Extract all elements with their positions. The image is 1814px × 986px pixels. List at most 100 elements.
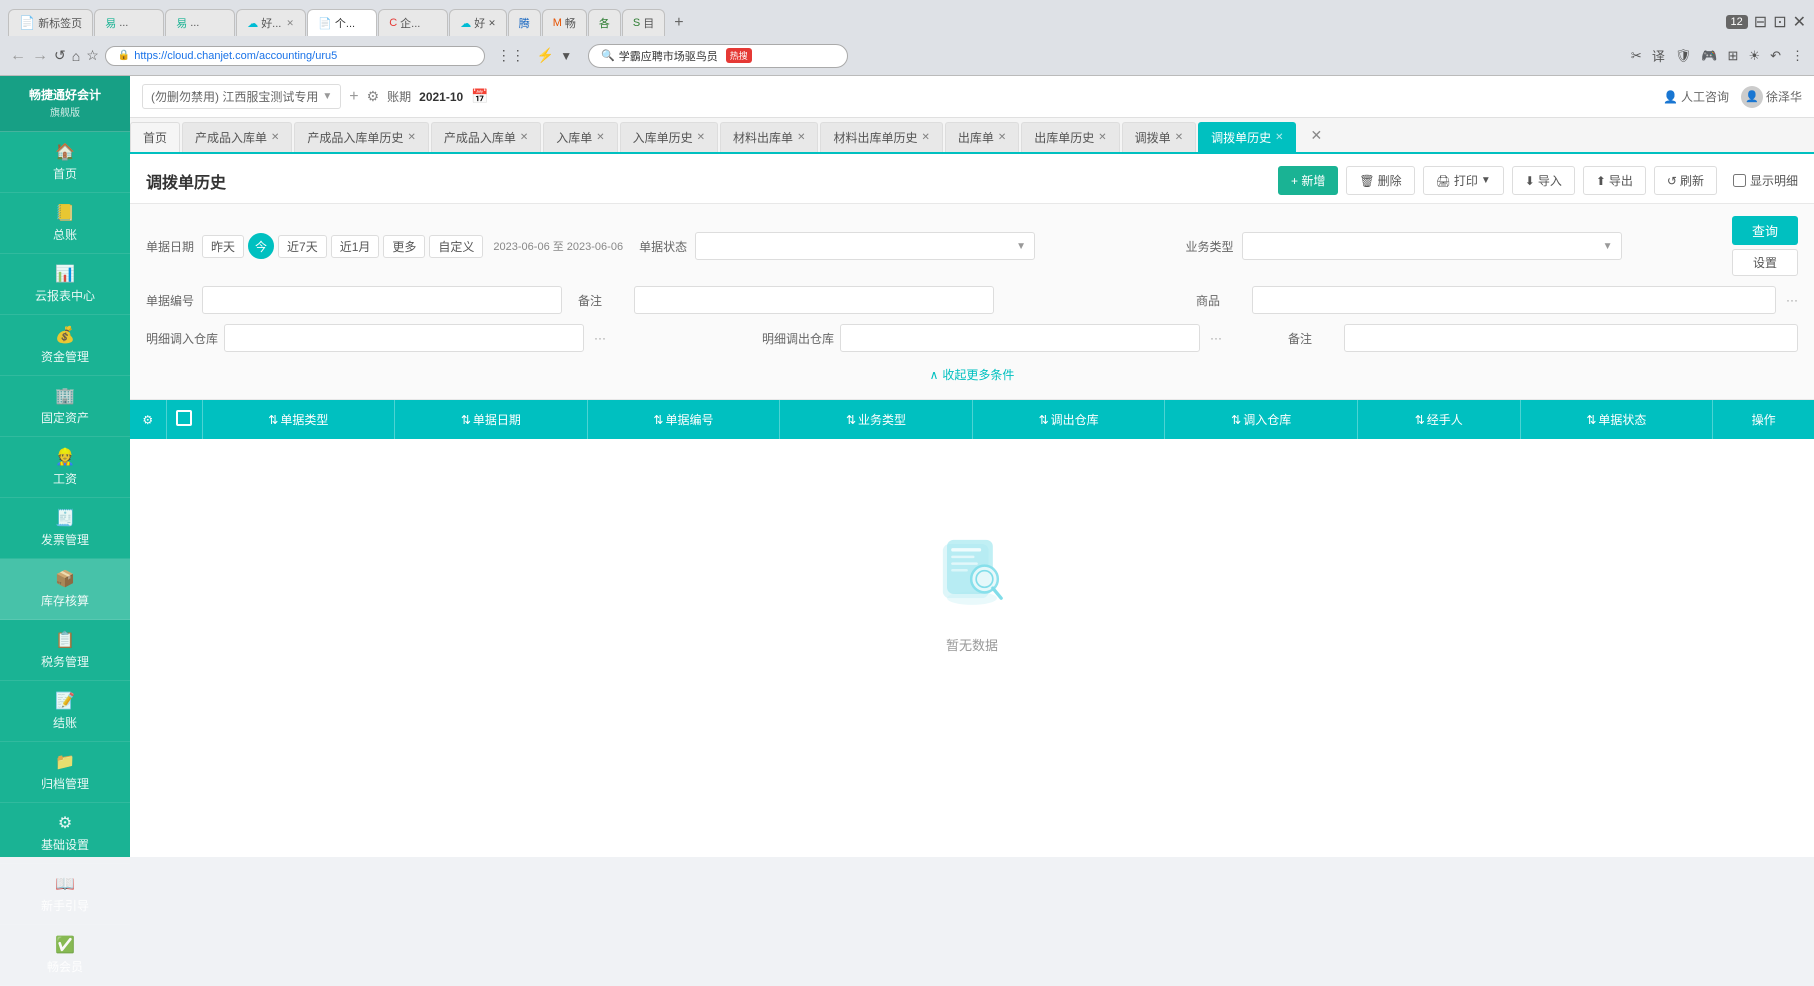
gear-icon[interactable]: ⚙	[367, 88, 380, 105]
close-icon-10[interactable]: ✕	[1175, 132, 1183, 143]
sidebar-item-assets[interactable]: 🏢 固定资产	[0, 376, 130, 437]
browser-tab-11[interactable]: S目	[622, 9, 665, 36]
browser-tab-6[interactable]: C 企...	[378, 9, 448, 36]
company-selector[interactable]: (勿删勿禁用) 江西服宝测试专用 ▼	[142, 84, 341, 109]
sidebar-item-funds[interactable]: 💰 资金管理	[0, 315, 130, 376]
home-btn[interactable]: ⌂	[72, 48, 80, 64]
app-tab-10[interactable]: 调拨单 ✕	[1122, 122, 1196, 152]
app-tab-9[interactable]: 出库单历史 ✕	[1021, 122, 1119, 152]
forward-btn[interactable]: →	[32, 47, 48, 65]
close-all-btn[interactable]: ✕	[1302, 123, 1330, 148]
bookmark-btn[interactable]: ☆	[86, 47, 99, 64]
last1month-btn[interactable]: 近1月	[331, 235, 380, 258]
app-tab-3[interactable]: 产成品入库单 ✕	[431, 122, 541, 152]
setting-btn[interactable]: 设置	[1732, 249, 1798, 276]
custom-date-btn[interactable]: 自定义	[429, 235, 483, 258]
col-out-wh[interactable]: ⇅调出仓库	[972, 400, 1165, 439]
back-btn[interactable]: ←	[10, 47, 26, 65]
col-date[interactable]: ⇅单据日期	[395, 400, 588, 439]
sidebar-item-closing[interactable]: 📝 结账	[0, 681, 130, 742]
app-tab-4[interactable]: 入库单 ✕	[543, 122, 617, 152]
sidebar-item-ledger[interactable]: 📒 总账	[0, 193, 130, 254]
delete-btn[interactable]: 🗑 删除	[1346, 166, 1414, 195]
checkbox-col-header[interactable]	[166, 400, 202, 439]
browser-tab-9[interactable]: M畅	[542, 9, 587, 36]
browser-tab-4[interactable]: ☁ 好... ✕	[236, 9, 306, 36]
close-icon-3[interactable]: ✕	[520, 132, 528, 143]
sidebar-item-reports[interactable]: 📊 云报表中心	[0, 254, 130, 315]
sidebar-item-archive[interactable]: 📁 归档管理	[0, 742, 130, 803]
user-avatar[interactable]: 👤 徐泽华	[1741, 86, 1802, 108]
sidebar-item-home[interactable]: 🏠 首页	[0, 132, 130, 193]
last7days-btn[interactable]: 近7天	[278, 235, 327, 258]
app-tab-2[interactable]: 产成品入库单历史 ✕	[294, 122, 428, 152]
add-company-btn[interactable]: +	[349, 88, 358, 106]
app-tab-active[interactable]: 调拨单历史 ✕	[1198, 122, 1296, 152]
close-icon-7[interactable]: ✕	[921, 132, 929, 143]
today-btn[interactable]: 今	[248, 233, 274, 259]
sidebar-item-member[interactable]: ✅ 畅会员	[0, 925, 130, 986]
close-icon-8[interactable]: ✕	[998, 132, 1006, 143]
expand-btn[interactable]: ▼	[560, 49, 572, 63]
settings-col-header[interactable]: ⚙	[130, 400, 166, 439]
calendar-icon[interactable]: 📅	[471, 88, 488, 105]
app-tab-home[interactable]: 首页	[130, 122, 180, 152]
close-icon-5[interactable]: ✕	[697, 132, 705, 143]
browser-tab-8[interactable]: 腾	[508, 9, 541, 36]
browser-tab-3[interactable]: 易 ...	[165, 9, 235, 36]
new-tab-btn[interactable]: +	[666, 10, 691, 36]
sidebar-item-guide[interactable]: 📖 新手引导	[0, 864, 130, 925]
more-date-btn[interactable]: 更多	[383, 235, 425, 258]
address-bar[interactable]: 🔒 https://cloud.chanjet.com/accounting/u…	[105, 46, 485, 66]
col-handler[interactable]: ⇅经手人	[1357, 400, 1520, 439]
app-tab-8[interactable]: 出库单 ✕	[945, 122, 1019, 152]
browser-tab-7[interactable]: ☁好✕	[449, 9, 507, 36]
search-bar[interactable]: 🔍 学霸应聘市场驱鸟员 热搜	[588, 44, 848, 68]
biz-type-select[interactable]: ▼	[1242, 232, 1622, 260]
goods-input[interactable]	[1252, 286, 1776, 314]
refresh-btn[interactable]: ↺	[54, 47, 66, 64]
col-in-wh[interactable]: ⇅调入仓库	[1165, 400, 1358, 439]
yesterday-btn[interactable]: 昨天	[202, 235, 244, 258]
detail-in-more-icon[interactable]: ···	[594, 331, 606, 345]
sidebar-item-tax[interactable]: 📋 税务管理	[0, 620, 130, 681]
detail-in-input[interactable]	[224, 324, 584, 352]
browser-tab-10[interactable]: 各	[588, 9, 621, 36]
close-icon-2[interactable]: ✕	[407, 132, 415, 143]
col-no[interactable]: ⇅单据编号	[587, 400, 780, 439]
bill-no-input[interactable]	[202, 286, 562, 314]
new-btn[interactable]: + 新增	[1278, 166, 1338, 195]
col-biz-type[interactable]: ⇅业务类型	[780, 400, 973, 439]
col-status[interactable]: ⇅单据状态	[1520, 400, 1713, 439]
goods-more-icon[interactable]: ···	[1786, 293, 1798, 307]
print-btn[interactable]: 🖨 打印 ▼	[1423, 166, 1504, 195]
lightning-btn[interactable]: ⚡	[537, 47, 554, 64]
close-icon-active[interactable]: ✕	[1275, 132, 1283, 143]
query-btn[interactable]: 查询	[1732, 216, 1798, 245]
display-toggle-checkbox[interactable]	[1733, 174, 1746, 187]
app-tab-5[interactable]: 入库单历史 ✕	[620, 122, 718, 152]
refresh-btn-page[interactable]: ↺ 刷新	[1654, 166, 1717, 195]
extensions-btn[interactable]: ⋮⋮	[491, 45, 531, 66]
note-input[interactable]	[1344, 324, 1798, 352]
status-select[interactable]: ▼	[695, 232, 1035, 260]
app-tab-1[interactable]: 产成品入库单 ✕	[182, 122, 292, 152]
close-icon-9[interactable]: ✕	[1098, 132, 1106, 143]
sidebar-item-settings[interactable]: ⚙ 基础设置	[0, 803, 130, 864]
detail-out-input[interactable]	[840, 324, 1200, 352]
detail-out-more-icon[interactable]: ···	[1210, 331, 1222, 345]
import-btn[interactable]: ⬇ 导入	[1512, 166, 1575, 195]
select-all-checkbox[interactable]	[176, 410, 192, 426]
browser-tab-2[interactable]: 易 ...	[94, 9, 164, 36]
close-icon-4[interactable]: ✕	[596, 132, 604, 143]
sidebar-item-invoice[interactable]: 🧾 发票管理	[0, 498, 130, 559]
col-type[interactable]: ⇅单据类型	[202, 400, 395, 439]
app-tab-6[interactable]: 材料出库单 ✕	[720, 122, 818, 152]
close-icon-1[interactable]: ✕	[271, 132, 279, 143]
sidebar-item-inventory[interactable]: 📦 库存核算	[0, 559, 130, 620]
collapse-btn[interactable]: ∧ 收起更多条件	[146, 362, 1798, 387]
customer-service-btn[interactable]: 👤 人工咨询	[1663, 88, 1729, 105]
menu-icon[interactable]: ⋮	[1791, 48, 1804, 64]
browser-tab-5[interactable]: 📄 个...	[307, 9, 377, 36]
close-icon-6[interactable]: ✕	[797, 132, 805, 143]
